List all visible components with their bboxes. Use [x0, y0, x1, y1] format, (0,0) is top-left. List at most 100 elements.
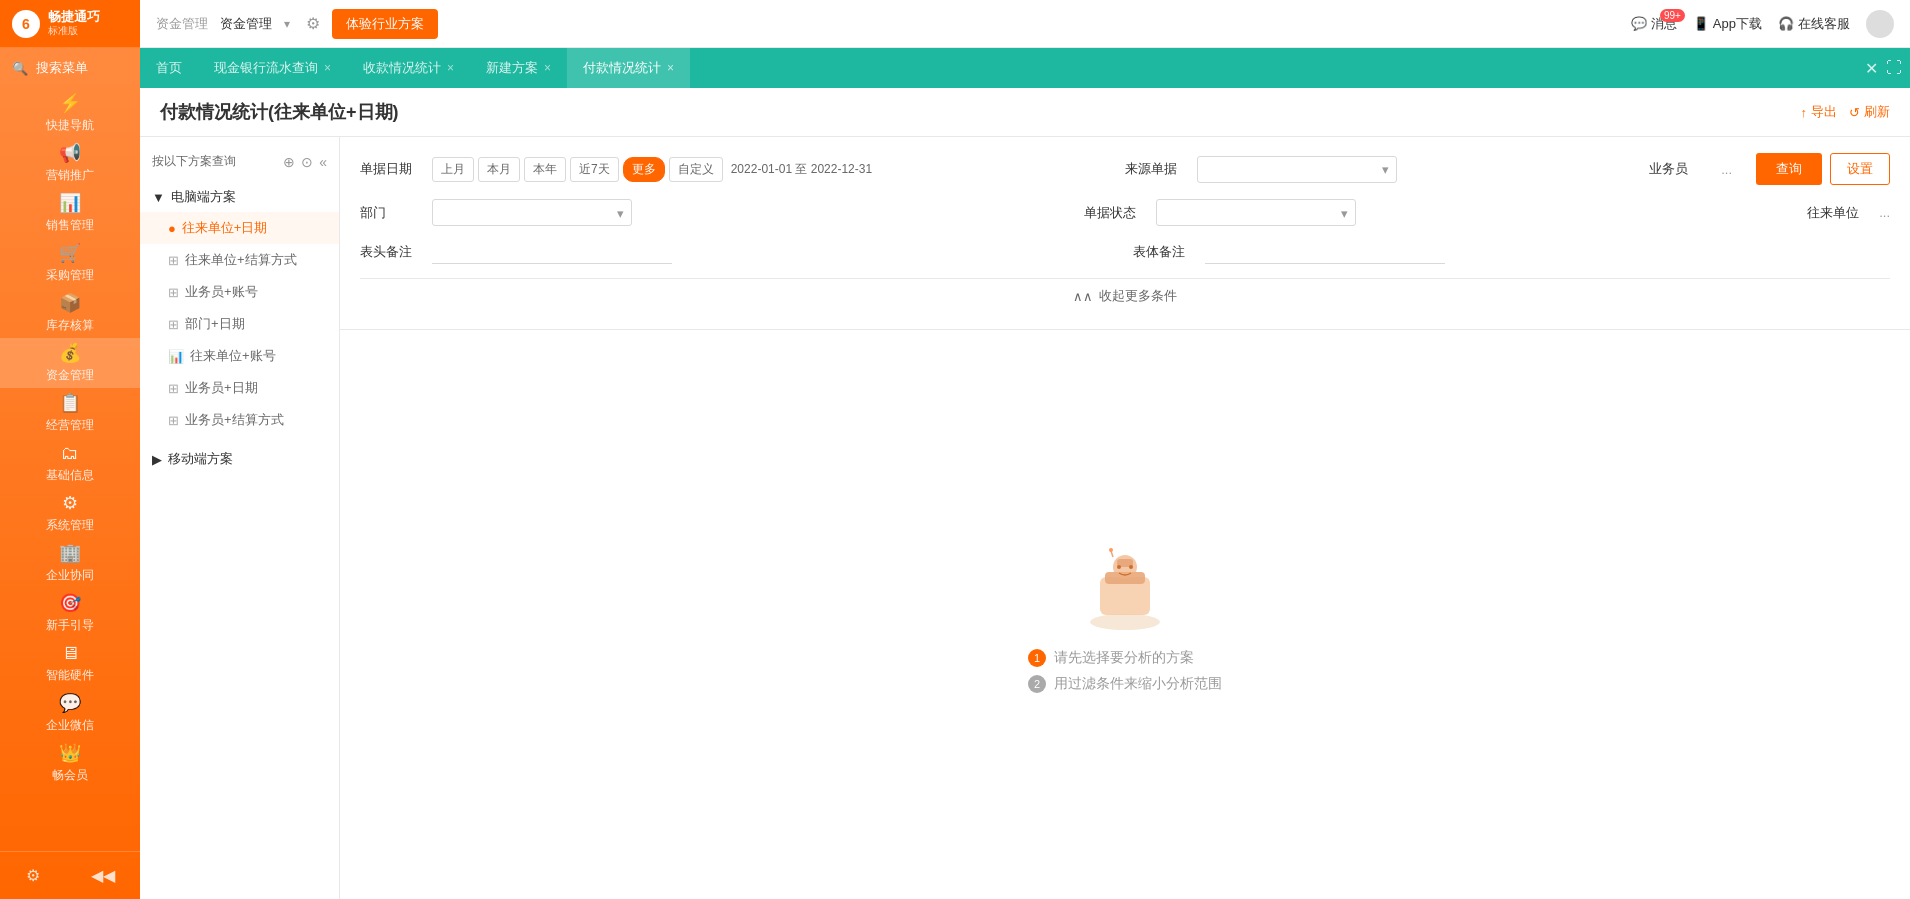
partner-dots[interactable]: ... — [1879, 205, 1890, 220]
trial-button[interactable]: 体验行业方案 — [332, 9, 438, 39]
scheme-table-icon2: ⊞ — [168, 285, 179, 300]
tab-payment-stat[interactable]: 付款情况统计 × — [567, 48, 690, 88]
filter-row-3: 表头备注 表体备注 — [360, 240, 1890, 264]
message-button[interactable]: 💬 消息 99+ — [1631, 15, 1677, 33]
scheme-item-label: 往来单位+日期 — [182, 219, 268, 237]
close-all-tabs-icon[interactable]: ✕ — [1865, 59, 1878, 78]
last-month-btn[interactable]: 上月 — [432, 157, 474, 182]
refresh-button[interactable]: ↺ 刷新 — [1849, 103, 1890, 121]
scheme-item-label: 业务员+账号 — [185, 283, 258, 301]
collapse-panel-icon[interactable]: « — [319, 154, 327, 170]
tab-new-scheme-label: 新建方案 — [486, 59, 538, 77]
user-avatar[interactable] — [1866, 10, 1894, 38]
search-menu[interactable]: 🔍 搜索菜单 — [0, 48, 140, 88]
sidebar-item-enterprise[interactable]: 🏢 企业协同 — [0, 538, 140, 588]
tip-text-2: 用过滤条件来缩小分析范围 — [1054, 675, 1222, 693]
tip-num-1: 1 — [1028, 649, 1046, 667]
sidebar-item-inventory[interactable]: 📦 库存核算 — [0, 288, 140, 338]
collapse-sidebar-icon[interactable]: ◀◀ — [91, 866, 115, 885]
tab-bank-flow[interactable]: 现金银行流水查询 × — [198, 48, 347, 88]
header-note-label: 表头备注 — [360, 243, 416, 261]
scheme-settings-icon[interactable]: ⊙ — [301, 154, 313, 170]
system-icon: ⚙ — [62, 492, 78, 514]
svg-point-0 — [1090, 614, 1160, 630]
sidebar-item-label: 基础信息 — [46, 467, 94, 484]
last-7-days-btn[interactable]: 近7天 — [570, 157, 619, 182]
app-download-button[interactable]: 📱 App下载 — [1693, 15, 1762, 33]
sidebar-item-purchase[interactable]: 🛒 采购管理 — [0, 238, 140, 288]
sidebar-item-guide[interactable]: 🎯 新手引导 — [0, 588, 140, 638]
scheme-table-icon3: ⊞ — [168, 317, 179, 332]
sidebar-nav: ⚡ 快捷导航 📢 营销推广 📊 销售管理 🛒 采购管理 📦 库存核算 💰 资金管… — [0, 88, 140, 851]
header-note-input[interactable] — [432, 240, 672, 264]
sidebar-item-hardware[interactable]: 🖥 智能硬件 — [0, 638, 140, 688]
collapse-button[interactable]: ∧∧ 收起更多条件 — [360, 278, 1890, 313]
scheme-item-unit-settle[interactable]: ⊞ 往来单位+结算方式 — [140, 244, 339, 276]
scheme-item-label: 部门+日期 — [185, 315, 245, 333]
sidebar-item-basic-info[interactable]: 🗂 基础信息 — [0, 438, 140, 488]
tab-new-scheme-close[interactable]: × — [544, 61, 551, 75]
query-button[interactable]: 查询 — [1756, 153, 1822, 185]
custom-date-btn[interactable]: 自定义 — [669, 157, 723, 182]
pc-scheme-label: 电脑端方案 — [171, 188, 236, 206]
page-header: 付款情况统计(往来单位+日期) ↑ 导出 ↺ 刷新 — [140, 88, 1910, 137]
doc-status-select-wrap — [1156, 199, 1356, 226]
source-select[interactable] — [1197, 156, 1397, 183]
mobile-scheme-label: 移动端方案 — [168, 450, 233, 468]
scheme-item-staff-account[interactable]: ⊞ 业务员+账号 — [140, 276, 339, 308]
topbar-right: 💬 消息 99+ 📱 App下载 🎧 在线客服 — [1631, 10, 1894, 38]
tab-home[interactable]: 首页 — [140, 48, 198, 88]
sidebar-item-operation[interactable]: 📋 经营管理 — [0, 388, 140, 438]
setting-button[interactable]: 设置 — [1830, 153, 1890, 185]
left-panel-header-text: 按以下方案查询 — [152, 153, 277, 170]
sidebar-item-member[interactable]: 👑 畅会员 — [0, 738, 140, 788]
this-year-btn[interactable]: 本年 — [524, 157, 566, 182]
scheme-item-staff-date[interactable]: ⊞ 业务员+日期 — [140, 372, 339, 404]
scheme-item-staff-settle[interactable]: ⊞ 业务员+结算方式 — [140, 404, 339, 436]
body-note-input[interactable] — [1205, 240, 1445, 264]
sidebar-item-capital[interactable]: 💰 资金管理 — [0, 338, 140, 388]
refresh-icon: ↺ — [1849, 105, 1860, 120]
tabbar: 首页 现金银行流水查询 × 收款情况统计 × 新建方案 × 付款情况统计 × ✕… — [140, 48, 1910, 88]
scheme-item-unit-account[interactable]: 📊 往来单位+账号 — [140, 340, 339, 372]
sidebar-item-wechat[interactable]: 💬 企业微信 — [0, 688, 140, 738]
search-label: 搜索菜单 — [36, 59, 88, 77]
content-area: 按以下方案查询 ⊕ ⊙ « ▼ 电脑端方案 ● 往来单位+日期 ⊞ — [140, 137, 1910, 899]
operation-icon: 📋 — [59, 392, 81, 414]
export-button[interactable]: ↑ 导出 — [1801, 103, 1838, 121]
sidebar-item-quick-nav[interactable]: ⚡ 快捷导航 — [0, 88, 140, 138]
more-dates-btn[interactable]: 更多 — [623, 157, 665, 182]
tab-payment-stat-close[interactable]: × — [667, 61, 674, 75]
scheme-active-icon: ● — [168, 221, 176, 236]
left-panel-header: 按以下方案查询 ⊕ ⊙ « — [140, 145, 339, 178]
scheme-item-label: 业务员+日期 — [185, 379, 258, 397]
online-service-button[interactable]: 🎧 在线客服 — [1778, 15, 1850, 33]
maximize-icon[interactable]: ⛶ — [1886, 59, 1902, 77]
sidebar-item-sales[interactable]: 📊 销售管理 — [0, 188, 140, 238]
empty-tips: 1 请先选择要分析的方案 2 用过滤条件来缩小分析范围 — [1028, 649, 1222, 693]
tab-receipt-stat-close[interactable]: × — [447, 61, 454, 75]
mobile-scheme-group-title[interactable]: ▶ 移动端方案 — [140, 444, 339, 474]
settings-footer-icon[interactable]: ⚙ — [26, 866, 40, 885]
sidebar-item-system[interactable]: ⚙ 系统管理 — [0, 488, 140, 538]
topbar-dropdown[interactable]: 资金管理 — [220, 15, 272, 33]
logo-icon: 6 — [12, 10, 40, 38]
add-scheme-icon[interactable]: ⊕ — [283, 154, 295, 170]
app-label: App下载 — [1713, 15, 1762, 33]
tab-new-scheme[interactable]: 新建方案 × — [470, 48, 567, 88]
dept-select-wrap — [432, 199, 632, 226]
scheme-item-dept-date[interactable]: ⊞ 部门+日期 — [140, 308, 339, 340]
staff-dots[interactable]: ... — [1721, 162, 1732, 177]
dept-select[interactable] — [432, 199, 632, 226]
scheme-table-icon5: ⊞ — [168, 413, 179, 428]
doc-status-select[interactable] — [1156, 199, 1356, 226]
sidebar-item-label: 营销推广 — [46, 167, 94, 184]
sidebar-item-marketing[interactable]: 📢 营销推广 — [0, 138, 140, 188]
tab-receipt-stat[interactable]: 收款情况统计 × — [347, 48, 470, 88]
scheme-item-unit-date[interactable]: ● 往来单位+日期 — [140, 212, 339, 244]
topbar-gear-icon[interactable]: ⚙ — [306, 14, 320, 33]
tab-bank-flow-close[interactable]: × — [324, 61, 331, 75]
date-range-display: 2022-01-01 至 2022-12-31 — [731, 161, 872, 178]
pc-scheme-group-title[interactable]: ▼ 电脑端方案 — [140, 182, 339, 212]
this-month-btn[interactable]: 本月 — [478, 157, 520, 182]
